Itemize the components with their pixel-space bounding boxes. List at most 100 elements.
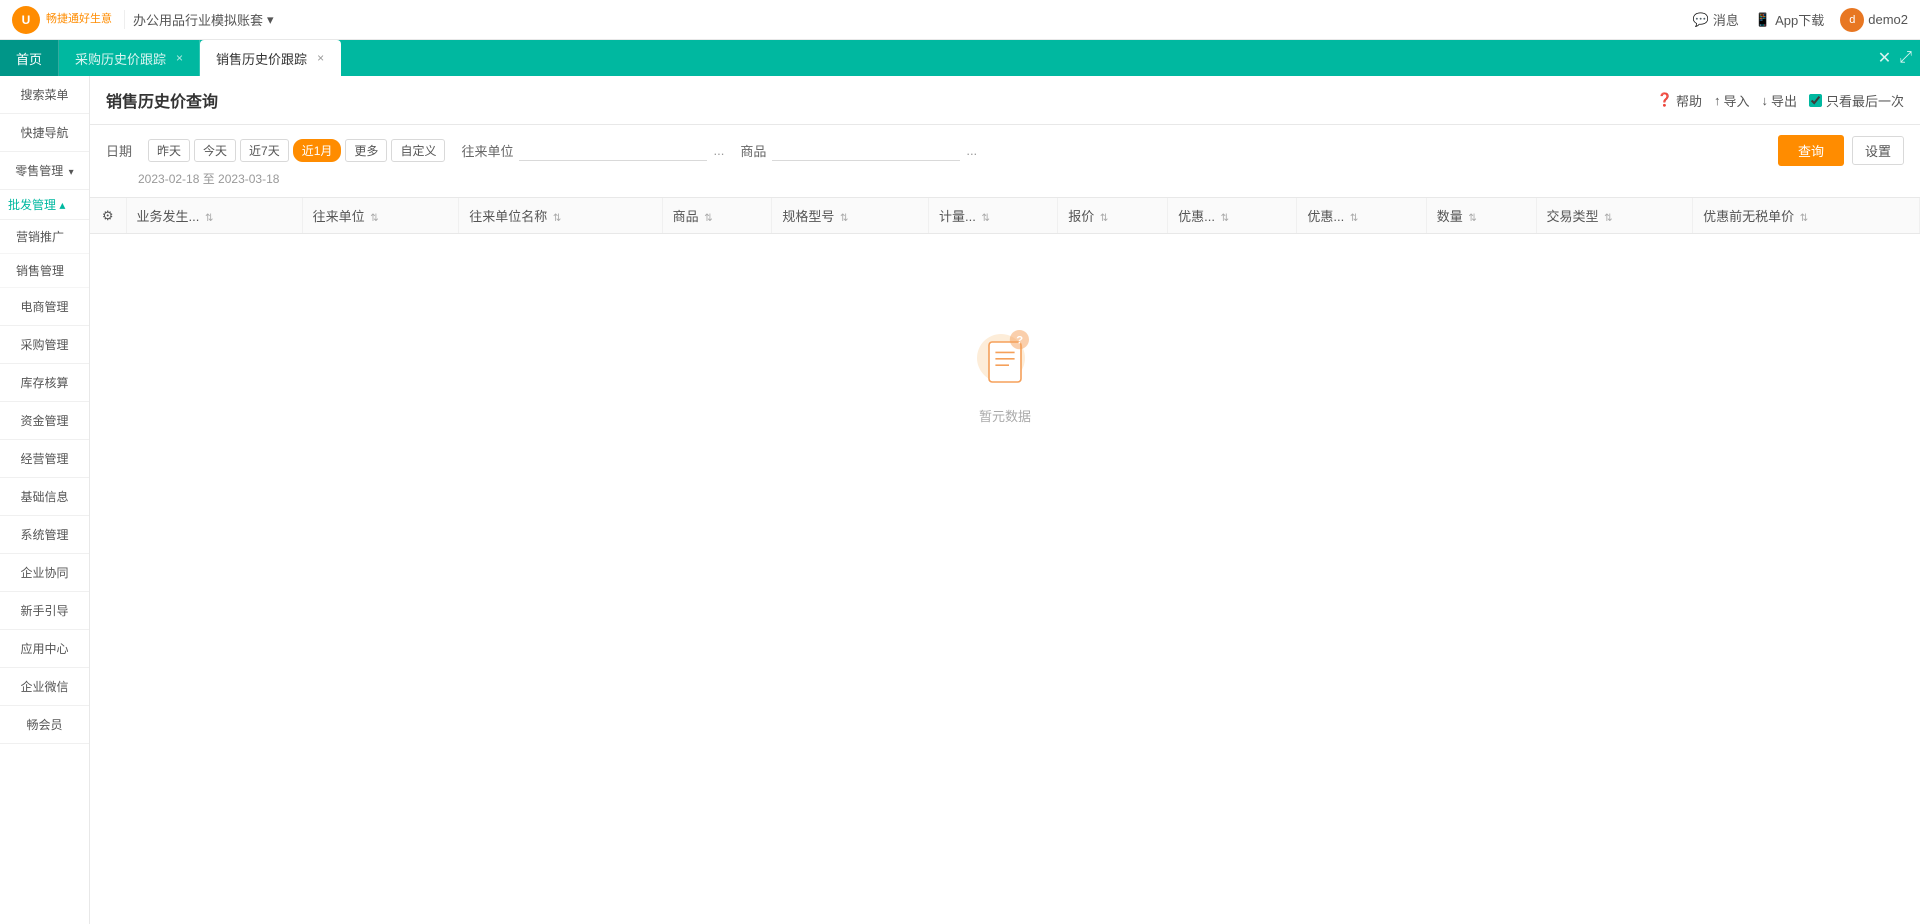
export-button[interactable]: ↓ 导出 bbox=[1761, 91, 1797, 110]
app-download-button[interactable]: 📱 App下载 bbox=[1755, 10, 1824, 29]
empty-text: 暂元数据 bbox=[979, 406, 1031, 425]
sidebar-item-finance[interactable]: 资金管理 bbox=[0, 402, 89, 440]
table-col-partner-code[interactable]: 往来单位 ⇅ bbox=[302, 198, 459, 234]
date-btn-7days[interactable]: 近7天 bbox=[240, 139, 289, 162]
tab-purchase-history-close[interactable]: × bbox=[176, 51, 183, 65]
sort-icon-trade-type[interactable]: ⇅ bbox=[1604, 213, 1612, 224]
date-btn-custom[interactable]: 自定义 bbox=[391, 139, 445, 162]
sidebar-item-basic-info[interactable]: 基础信息 bbox=[0, 478, 89, 516]
logo-icon: U bbox=[12, 6, 40, 34]
only-last-label: 只看最后一次 bbox=[1826, 91, 1904, 110]
sort-icon-pretax-price[interactable]: ⇅ bbox=[1800, 213, 1808, 224]
col-partner-name-label: 往来单位名称 bbox=[469, 209, 547, 224]
message-label: 消息 bbox=[1713, 10, 1739, 29]
table-col-product[interactable]: 商品 ⇅ bbox=[662, 198, 772, 234]
import-icon: ↑ bbox=[1714, 93, 1721, 108]
table-col-quote[interactable]: 报价 ⇅ bbox=[1058, 198, 1168, 234]
tab-bar-actions: ✕ ⤢ bbox=[1878, 40, 1920, 76]
app-selector[interactable]: 办公用品行业模拟账套 ▾ bbox=[124, 10, 282, 29]
sidebar-sub-item-marketing[interactable]: 营销推广 bbox=[0, 220, 89, 254]
sidebar-quick-nav-label: 快捷导航 bbox=[20, 126, 68, 140]
tab-sales-history-close[interactable]: × bbox=[317, 51, 324, 65]
tab-purchase-history[interactable]: 采购历史价跟踪 × bbox=[59, 40, 200, 76]
sidebar-item-onboarding[interactable]: 新手引导 bbox=[0, 592, 89, 630]
sidebar-enterprise-wechat-label: 企业微信 bbox=[20, 680, 68, 694]
sidebar-item-search-menu[interactable]: 搜索菜单 bbox=[0, 76, 89, 114]
filter-area: 日期 昨天 今天 近7天 近1月 更多 自定义 往来单位 ... 商品 bbox=[90, 125, 1920, 198]
sidebar-retail-mgmt-label: 零售管理 bbox=[15, 164, 63, 178]
message-button[interactable]: 💬 消息 bbox=[1693, 10, 1739, 29]
settings-button[interactable]: 设置 bbox=[1852, 136, 1904, 165]
only-last-checkbox-label[interactable]: 只看最后一次 bbox=[1809, 91, 1904, 110]
table-col-pretax-price[interactable]: 优惠前无税单价 ⇅ bbox=[1693, 198, 1920, 234]
table-col-discount2[interactable]: 优惠... ⇅ bbox=[1297, 198, 1426, 234]
table-col-settings[interactable]: ⚙ bbox=[90, 198, 126, 234]
date-btn-today[interactable]: 今天 bbox=[194, 139, 236, 162]
table-col-quantity[interactable]: 数量 ⇅ bbox=[1426, 198, 1536, 234]
table-col-unit[interactable]: 计量... ⇅ bbox=[928, 198, 1057, 234]
sidebar-item-purchase[interactable]: 采购管理 bbox=[0, 326, 89, 364]
sort-icon-quote[interactable]: ⇅ bbox=[1100, 213, 1108, 224]
help-icon: ❓ bbox=[1657, 92, 1673, 108]
sidebar-item-enterprise-collab[interactable]: 企业协同 bbox=[0, 554, 89, 592]
sort-icon-unit[interactable]: ⇅ bbox=[981, 213, 989, 224]
sidebar-item-ecommerce[interactable]: 电商管理 bbox=[0, 288, 89, 326]
data-table: ⚙ 业务发生... ⇅ 往来单位 ⇅ 往来单位名称 ⇅ bbox=[90, 198, 1920, 234]
sidebar-item-app-center[interactable]: 应用中心 bbox=[0, 630, 89, 668]
table-col-partner-name[interactable]: 往来单位名称 ⇅ bbox=[459, 198, 662, 234]
sort-icon-quantity[interactable]: ⇅ bbox=[1468, 213, 1476, 224]
help-button[interactable]: ❓ 帮助 bbox=[1657, 91, 1702, 110]
only-last-checkbox[interactable] bbox=[1809, 94, 1822, 107]
import-button[interactable]: ↑ 导入 bbox=[1714, 91, 1750, 110]
app-selector-label: 办公用品行业模拟账套 bbox=[133, 10, 263, 29]
date-filter-label: 日期 bbox=[106, 141, 132, 160]
tab-home[interactable]: 首页 bbox=[0, 40, 59, 76]
sidebar-item-wholesale-mgmt[interactable]: 批发管理 ▴ bbox=[0, 190, 89, 220]
col-product-label: 商品 bbox=[673, 209, 699, 224]
sidebar-ecommerce-label: 电商管理 bbox=[20, 300, 68, 314]
sort-icon-product[interactable]: ⇅ bbox=[704, 213, 712, 224]
date-btn-yesterday[interactable]: 昨天 bbox=[148, 139, 190, 162]
export-icon: ↓ bbox=[1761, 93, 1768, 108]
sidebar-sub-item-sales-mgmt[interactable]: 销售管理 bbox=[0, 254, 89, 288]
partner-filter-dots[interactable]: ... bbox=[713, 143, 724, 158]
partner-filter-input[interactable] bbox=[519, 141, 707, 161]
sort-icon-spec[interactable]: ⇅ bbox=[840, 213, 848, 224]
logo-text: 畅捷通好生意 bbox=[46, 12, 112, 26]
sort-icon-discount1[interactable]: ⇅ bbox=[1221, 213, 1229, 224]
col-discount1-label: 优惠... bbox=[1178, 209, 1215, 224]
maximize-button[interactable]: ⤢ bbox=[1899, 49, 1912, 67]
close-all-tabs-button[interactable]: ✕ bbox=[1878, 48, 1891, 68]
sidebar-item-system[interactable]: 系统管理 bbox=[0, 516, 89, 554]
sort-icon-partner-code[interactable]: ⇅ bbox=[370, 213, 378, 224]
query-button[interactable]: 查询 bbox=[1778, 135, 1844, 166]
product-filter-label: 商品 bbox=[740, 141, 766, 160]
product-filter-input[interactable] bbox=[772, 141, 960, 161]
table-col-biz-date[interactable]: 业务发生... ⇅ bbox=[126, 198, 302, 234]
sidebar-item-enterprise-wechat[interactable]: 企业微信 bbox=[0, 668, 89, 706]
sidebar-item-operations[interactable]: 经营管理 bbox=[0, 440, 89, 478]
table-col-trade-type[interactable]: 交易类型 ⇅ bbox=[1536, 198, 1693, 234]
sort-icon-discount2[interactable]: ⇅ bbox=[1350, 213, 1358, 224]
date-range-text: 2023-02-18 至 2023-03-18 bbox=[138, 170, 1904, 187]
table-col-spec[interactable]: 规格型号 ⇅ bbox=[772, 198, 929, 234]
date-buttons: 昨天 今天 近7天 近1月 更多 自定义 bbox=[148, 139, 445, 162]
sort-icon-partner-name[interactable]: ⇅ bbox=[553, 213, 561, 224]
sidebar-finance-label: 资金管理 bbox=[20, 414, 68, 428]
sidebar-item-retail-mgmt[interactable]: 零售管理 ▾ bbox=[0, 152, 89, 190]
sidebar-item-quick-nav[interactable]: 快捷导航 bbox=[0, 114, 89, 152]
sidebar-enterprise-collab-label: 企业协同 bbox=[20, 566, 68, 580]
user-profile[interactable]: d demo2 bbox=[1840, 8, 1908, 32]
page-header: 销售历史价查询 ❓ 帮助 ↑ 导入 ↓ 导出 只看最后一次 bbox=[90, 76, 1920, 125]
product-filter-dots[interactable]: ... bbox=[966, 143, 977, 158]
export-label: 导出 bbox=[1771, 91, 1797, 110]
sidebar-item-inventory[interactable]: 库存核算 bbox=[0, 364, 89, 402]
sidebar-item-member[interactable]: 畅会员 bbox=[0, 706, 89, 744]
tab-sales-history[interactable]: 销售历史价跟踪 × bbox=[200, 40, 341, 76]
table-col-discount1[interactable]: 优惠... ⇅ bbox=[1168, 198, 1297, 234]
date-btn-1month[interactable]: 近1月 bbox=[293, 139, 342, 162]
col-quantity-label: 数量 bbox=[1437, 209, 1463, 224]
sort-icon-biz-date[interactable]: ⇅ bbox=[205, 213, 213, 224]
date-btn-more[interactable]: 更多 bbox=[345, 139, 387, 162]
col-quote-label: 报价 bbox=[1068, 209, 1094, 224]
